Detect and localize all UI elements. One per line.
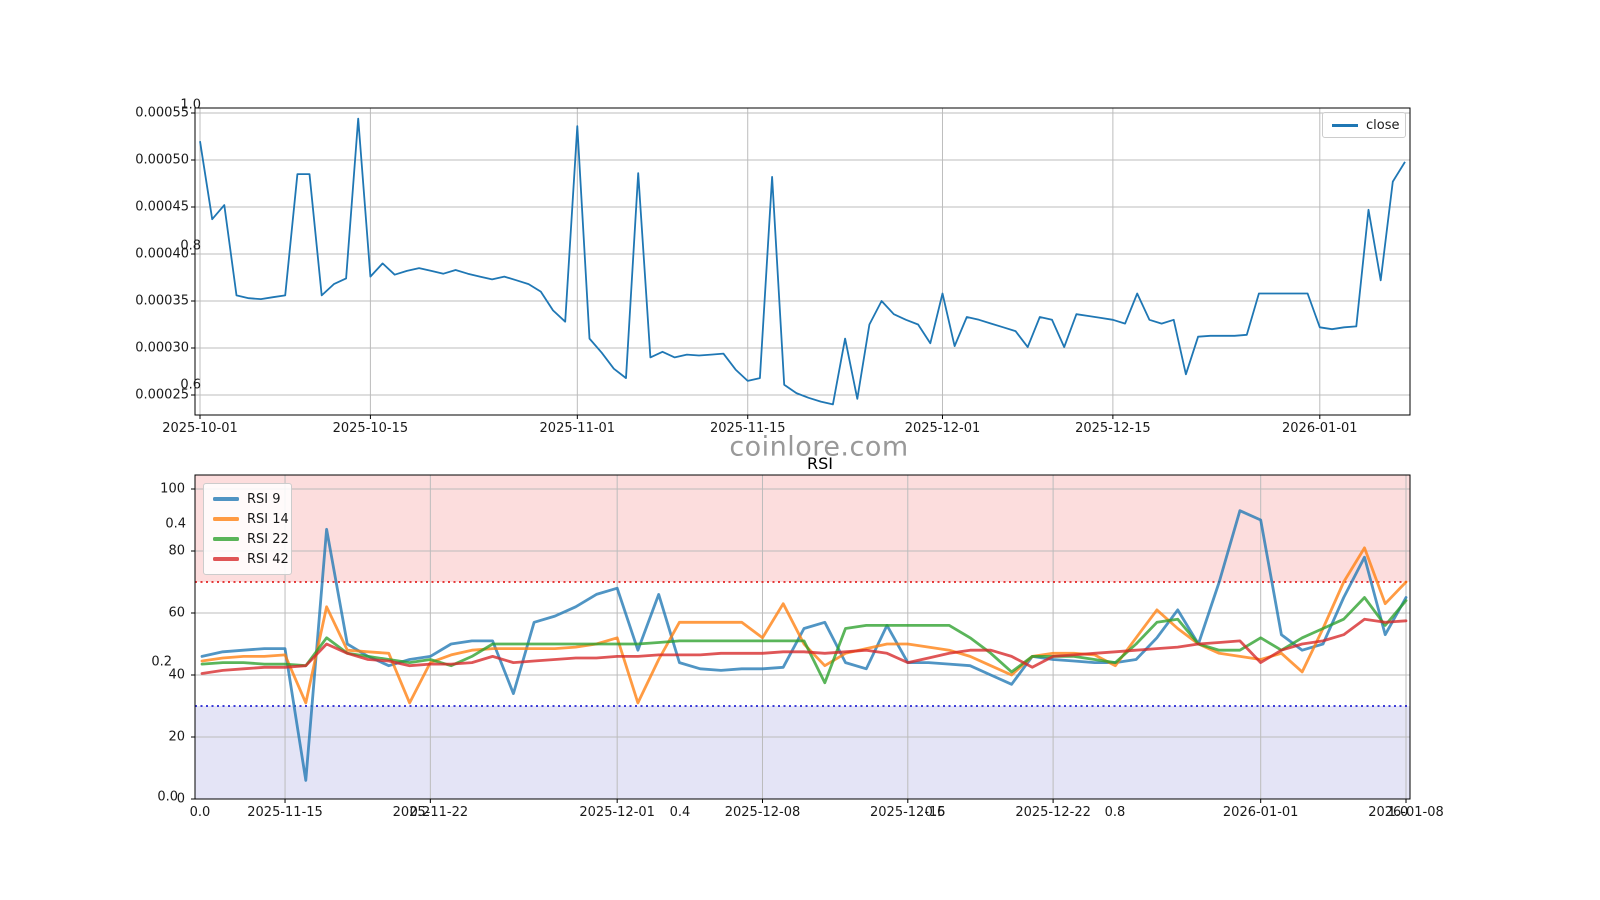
price-y-tick-label: 0.00045: [135, 199, 189, 215]
price-y-tick-label: 0.00035: [135, 293, 189, 309]
rsi-x-tick-label: 2025-11-15: [247, 805, 323, 820]
legend-label: RSI 14: [247, 511, 289, 527]
rsi-y-tick-label: 80: [168, 543, 185, 559]
rsi-x-tick-label: 2025-12-08: [724, 805, 801, 820]
rsi-y-tick-label: 20: [168, 729, 185, 745]
price-x-tick-label: 2025-12-01: [904, 421, 981, 436]
legend-row-rsi14: RSI 14: [213, 509, 291, 529]
rsi-y-tick-label: 60: [168, 605, 185, 621]
price-x-tick-label: 2026-01-01: [1282, 421, 1358, 436]
rsi22-line: [200, 596, 1408, 685]
phantom-y-label: 0.8: [180, 238, 201, 254]
phantom-x-label: 1.0: [1387, 805, 1409, 820]
price-x-tick-label: 2025-10-15: [332, 421, 409, 436]
rsi9-swatch: [213, 497, 239, 501]
phantom-y-label: 0.4: [165, 516, 186, 532]
legend-row-rsi22: RSI 22: [213, 529, 291, 549]
close-line-swatch: [1332, 123, 1358, 127]
phantom-x-label: 0.0: [189, 805, 211, 820]
legend-label: RSI 42: [247, 551, 289, 567]
close-legend-label: close: [1366, 117, 1400, 133]
rsi42-swatch: [213, 557, 239, 561]
close-line: [199, 117, 1406, 406]
legend-row-rsi42: RSI 42: [213, 549, 291, 569]
rsi-x-tick-label: 2025-11-22: [392, 805, 469, 820]
phantom-y-label: 0.2: [151, 654, 172, 670]
chart-figure: 0.00055 0.00050 0.00045 0.00040 0.00035 0.000…: [0, 0, 1600, 900]
rsi14-swatch: [213, 517, 239, 521]
rsi-y-tick-label: 100: [160, 481, 185, 497]
rsi-x-tick-label: 2026-01-01: [1222, 805, 1299, 820]
rsi22-swatch: [213, 537, 239, 541]
rsi-x-tick-label: 2025-12-01: [579, 805, 655, 820]
rsi-chart-title: RSI: [807, 454, 833, 473]
legend-label: RSI 22: [247, 531, 289, 547]
price-y-tick-label: 0.00030: [135, 340, 189, 356]
legend-row-rsi9: RSI 9: [213, 489, 291, 509]
rsi-y-tick-label: 40: [168, 667, 185, 683]
phantom-y-label: 1.0: [180, 97, 201, 113]
phantom-y-label: 0.0: [157, 789, 178, 805]
phantom-x-label: 0.8: [1104, 805, 1126, 820]
price-y-tick-label: 0.00050: [135, 152, 189, 168]
legend-close: close: [1322, 112, 1406, 138]
phantom-x-label: 0.6: [924, 805, 946, 820]
price-x-tick-label: 2025-11-01: [539, 421, 616, 436]
phantom-x-label: 0.4: [669, 805, 691, 820]
phantom-x-label: 0.2: [409, 805, 431, 820]
phantom-y-label: 0.6: [180, 377, 201, 393]
legend-label: RSI 9: [247, 491, 281, 507]
price-x-tick-label: 2025-12-15: [1075, 421, 1151, 436]
legend-rsi: RSI 9 RSI 14 RSI 22 RSI 42: [203, 483, 292, 575]
rsi-x-tick-label: 2025-12-22: [1015, 805, 1091, 820]
price-x-tick-label: 2025-10-01: [162, 421, 238, 436]
